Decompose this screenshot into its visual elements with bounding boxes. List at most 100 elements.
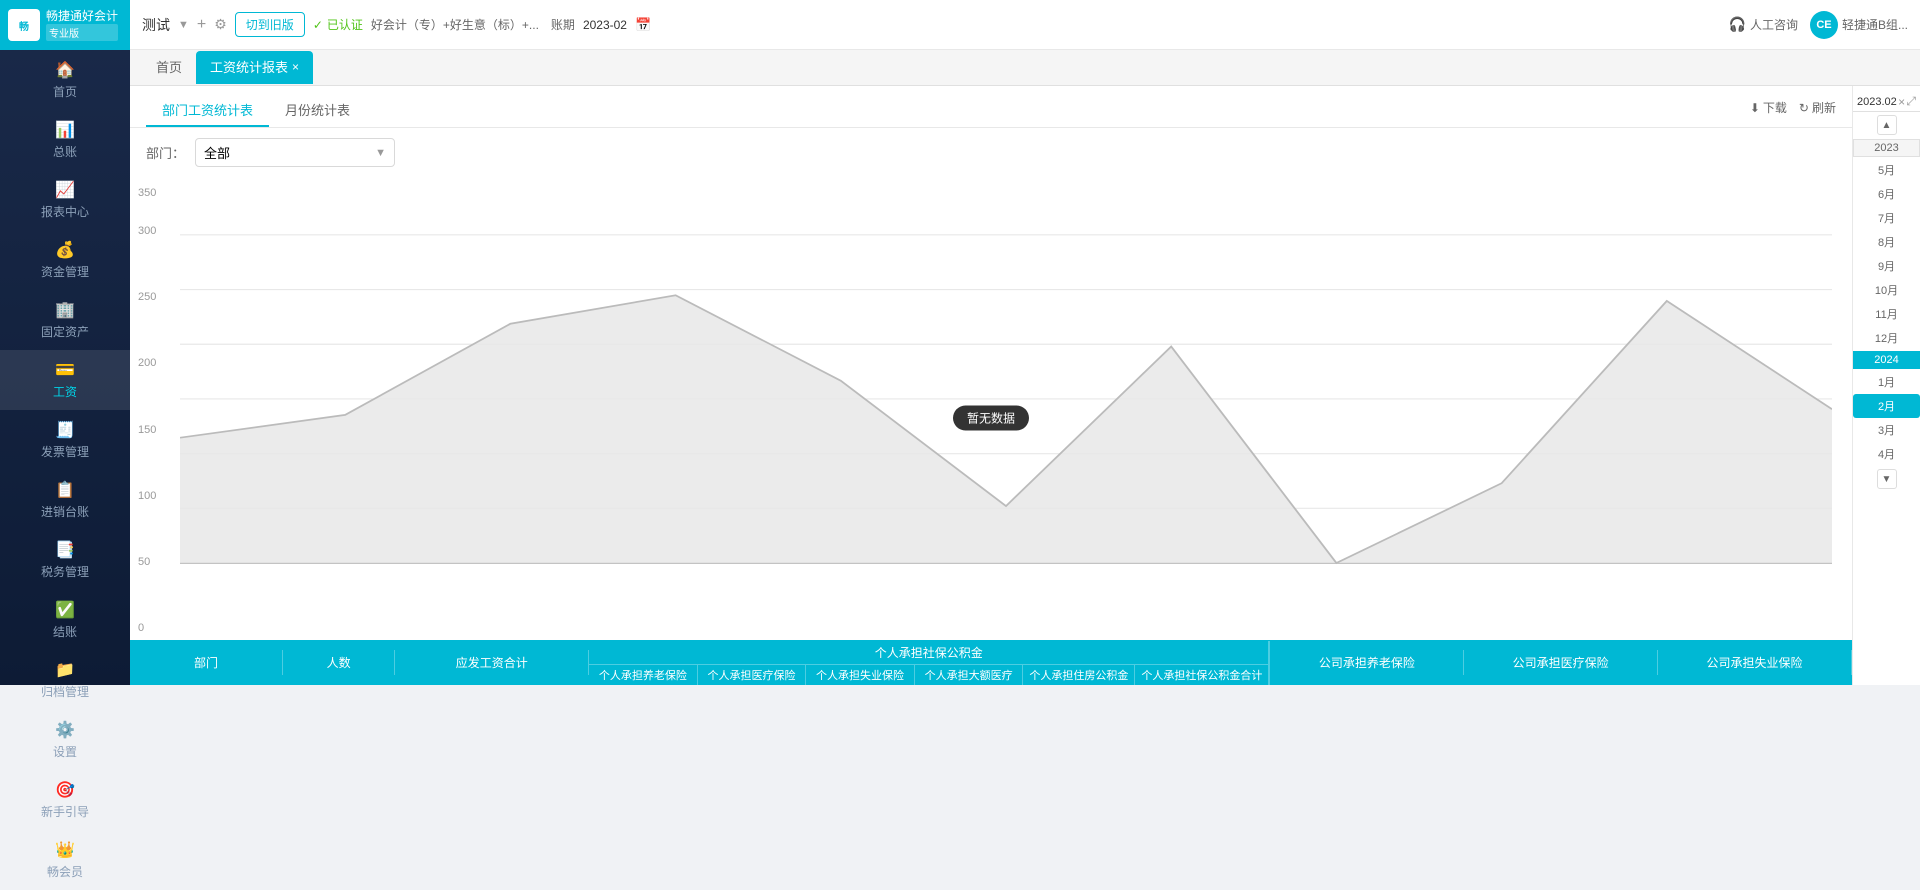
sidebar-item-funds[interactable]: 💰 资金管理 — [0, 230, 130, 290]
download-button[interactable]: ⬇ 下载 — [1750, 99, 1787, 116]
sidebar-item-member[interactable]: 👑 畅会员 — [0, 830, 130, 890]
col-personal-medical: 个人承担医疗保险 — [698, 665, 807, 685]
personal-group: 个人承担社保公积金 个人承担养老保险 个人承担医疗保险 个人承担失业保险 个人承… — [589, 641, 1270, 685]
month-item-jan[interactable]: 1月 — [1853, 370, 1920, 394]
sidebar-item-newbie[interactable]: 🎯 新手引导 — [0, 770, 130, 830]
month-item-feb[interactable]: 2月 — [1853, 394, 1920, 418]
avatar: CE — [1810, 11, 1838, 39]
certified-text: 已认证 — [327, 16, 363, 33]
month-item-may[interactable]: 5月 — [1853, 158, 1920, 182]
add-button[interactable]: + — [197, 16, 206, 34]
col-base-pay: 应发工资合计 — [395, 650, 589, 675]
calendar-icon[interactable]: 📅 — [635, 17, 651, 33]
sidebar-item-tax[interactable]: 📑 税务管理 — [0, 530, 130, 590]
sidebar-label-ledger: 总账 — [53, 143, 77, 160]
table-header-row: 部门 人数 应发工资合计 个人承担社保公积金 个人承担养老保险 个人承担医疗保险… — [130, 640, 1852, 685]
y-label-200: 200 — [138, 357, 156, 369]
chevron-down-icon[interactable]: ▼ — [178, 19, 189, 31]
sidebar-item-archive[interactable]: 📁 归档管理 — [0, 650, 130, 710]
gear-icon[interactable]: ⚙ — [214, 16, 227, 33]
y-label-100: 100 — [138, 490, 156, 502]
sidebar-item-checkout[interactable]: ✅ 结账 — [0, 590, 130, 650]
y-label-250: 250 — [138, 291, 156, 303]
user-account-button[interactable]: CE 轻捷通B组... — [1810, 11, 1908, 39]
tabs-bar: 首页 工资统计报表 × — [130, 50, 1920, 86]
month-item-jul[interactable]: 7月 — [1853, 206, 1920, 230]
sidebar-label-home: 首页 — [53, 83, 77, 100]
sidebar-label-settings: 设置 — [53, 743, 77, 760]
panel-down-button[interactable]: ▼ — [1877, 469, 1897, 489]
payroll-icon: 💳 — [55, 360, 75, 380]
sidebar-label-reports: 报表中心 — [41, 203, 89, 220]
refresh-button[interactable]: ↻ 刷新 — [1799, 99, 1836, 116]
col-company-old-age: 公司承担养老保险 — [1270, 650, 1464, 675]
checkout-icon: ✅ — [55, 600, 75, 620]
chart-tooltip: 暂无数据 — [953, 405, 1029, 430]
tab-home[interactable]: 首页 — [142, 51, 196, 84]
user-service-button[interactable]: 🎧 人工咨询 — [1729, 16, 1798, 33]
home-icon: 🏠 — [55, 60, 75, 80]
sidebar-label-tax: 税务管理 — [41, 563, 89, 580]
sidebar-item-settings[interactable]: ⚙️ 设置 — [0, 710, 130, 770]
sidebar-logo: 畅 畅捷通好会计 专业版 — [0, 0, 130, 50]
month-item-mar[interactable]: 3月 — [1853, 418, 1920, 442]
month-item-aug[interactable]: 8月 — [1853, 230, 1920, 254]
sidebar-label-archive: 归档管理 — [41, 683, 89, 700]
filter-label: 部门： — [146, 143, 185, 162]
col-company-unemploy: 公司承担失业保险 — [1658, 650, 1852, 675]
main-area: 测试 ▼ + ⚙ 切到旧版 ✓ 已认证 好会计（专）+好生意（标）+... 账期… — [130, 0, 1920, 685]
refresh-icon: ↻ — [1799, 101, 1809, 115]
period-label: 账期 — [551, 16, 575, 33]
col-personal-old-age: 个人承担养老保险 — [589, 665, 698, 685]
year-2023-label: 2023 — [1853, 139, 1920, 157]
month-item-apr[interactable]: 4月 — [1853, 442, 1920, 466]
switch-version-button[interactable]: 切到旧版 — [235, 12, 305, 37]
sidebar-item-reports[interactable]: 📈 报表中心 — [0, 170, 130, 230]
sidebar-item-payroll[interactable]: 💳 工资 — [0, 350, 130, 410]
month-item-dec[interactable]: 12月 — [1853, 326, 1920, 350]
sidebar-item-ledger[interactable]: 📊 总账 — [0, 110, 130, 170]
sidebar-label-invoice: 发票管理 — [41, 443, 89, 460]
newbie-icon: 🎯 — [55, 780, 75, 800]
col-headcount: 人数 — [283, 650, 395, 675]
sidebar-item-assets[interactable]: 🏢 固定资产 — [0, 290, 130, 350]
sidebar-item-invoice[interactable]: 🧾 发票管理 — [0, 410, 130, 470]
member-icon: 👑 — [55, 840, 75, 860]
sidebar-label-funds: 资金管理 — [41, 263, 89, 280]
month-item-oct[interactable]: 10月 — [1853, 278, 1920, 302]
col-personal-maj-medical: 个人承担大额医疗 — [915, 665, 1024, 685]
logo-sub: 专业版 — [46, 24, 118, 41]
y-label-0: 0 — [138, 622, 144, 634]
month-item-nov[interactable]: 11月 — [1853, 302, 1920, 326]
month-item-sep[interactable]: 9月 — [1853, 254, 1920, 278]
sales-icon: 📋 — [55, 480, 75, 500]
month-item-jun[interactable]: 6月 — [1853, 182, 1920, 206]
topbar: 测试 ▼ + ⚙ 切到旧版 ✓ 已认证 好会计（专）+好生意（标）+... 账期… — [130, 0, 1920, 50]
panel-up-button[interactable]: ▲ — [1877, 115, 1897, 135]
archive-icon: 📁 — [55, 660, 75, 680]
chart-container: 0 50 100 150 200 250 300 350 — [130, 177, 1852, 640]
tab-payroll[interactable]: 工资统计报表 × — [196, 51, 313, 84]
dept-select[interactable]: 全部 ▼ — [195, 138, 395, 167]
download-icon: ⬇ — [1750, 101, 1760, 115]
check-icon: ✓ — [313, 18, 323, 32]
sidebar: 畅 畅捷通好会计 专业版 🏠 首页 📊 总账 📈 报表中心 💰 资金管理 🏢 固… — [0, 0, 130, 685]
content-area: 部门工资统计表 月份统计表 ⬇ 下载 ↻ 刷新 — [130, 86, 1920, 685]
y-label-150: 150 — [138, 424, 156, 436]
y-label-350: 350 — [138, 187, 156, 199]
col-dept: 部门 — [130, 650, 283, 675]
sidebar-item-sales[interactable]: 📋 进销台账 — [0, 470, 130, 530]
panel-expand-icon[interactable]: ⤢ — [1906, 94, 1916, 109]
sub-tab-dept[interactable]: 部门工资统计表 — [146, 94, 269, 127]
assets-icon: 🏢 — [55, 300, 75, 320]
sub-tab-monthly-label: 月份统计表 — [285, 103, 350, 118]
sidebar-item-home[interactable]: 🏠 首页 — [0, 50, 130, 110]
certified-badge: ✓ 已认证 — [313, 16, 363, 33]
panel-close-icon[interactable]: × — [1898, 95, 1905, 109]
col-company-medical: 公司承担医疗保险 — [1464, 650, 1658, 675]
sub-tab-monthly[interactable]: 月份统计表 — [269, 94, 366, 127]
tab-close-icon[interactable]: × — [292, 60, 299, 74]
funds-icon: 💰 — [55, 240, 75, 260]
sidebar-label-assets: 固定资产 — [41, 323, 89, 340]
main-panel: 部门工资统计表 月份统计表 ⬇ 下载 ↻ 刷新 — [130, 86, 1852, 685]
